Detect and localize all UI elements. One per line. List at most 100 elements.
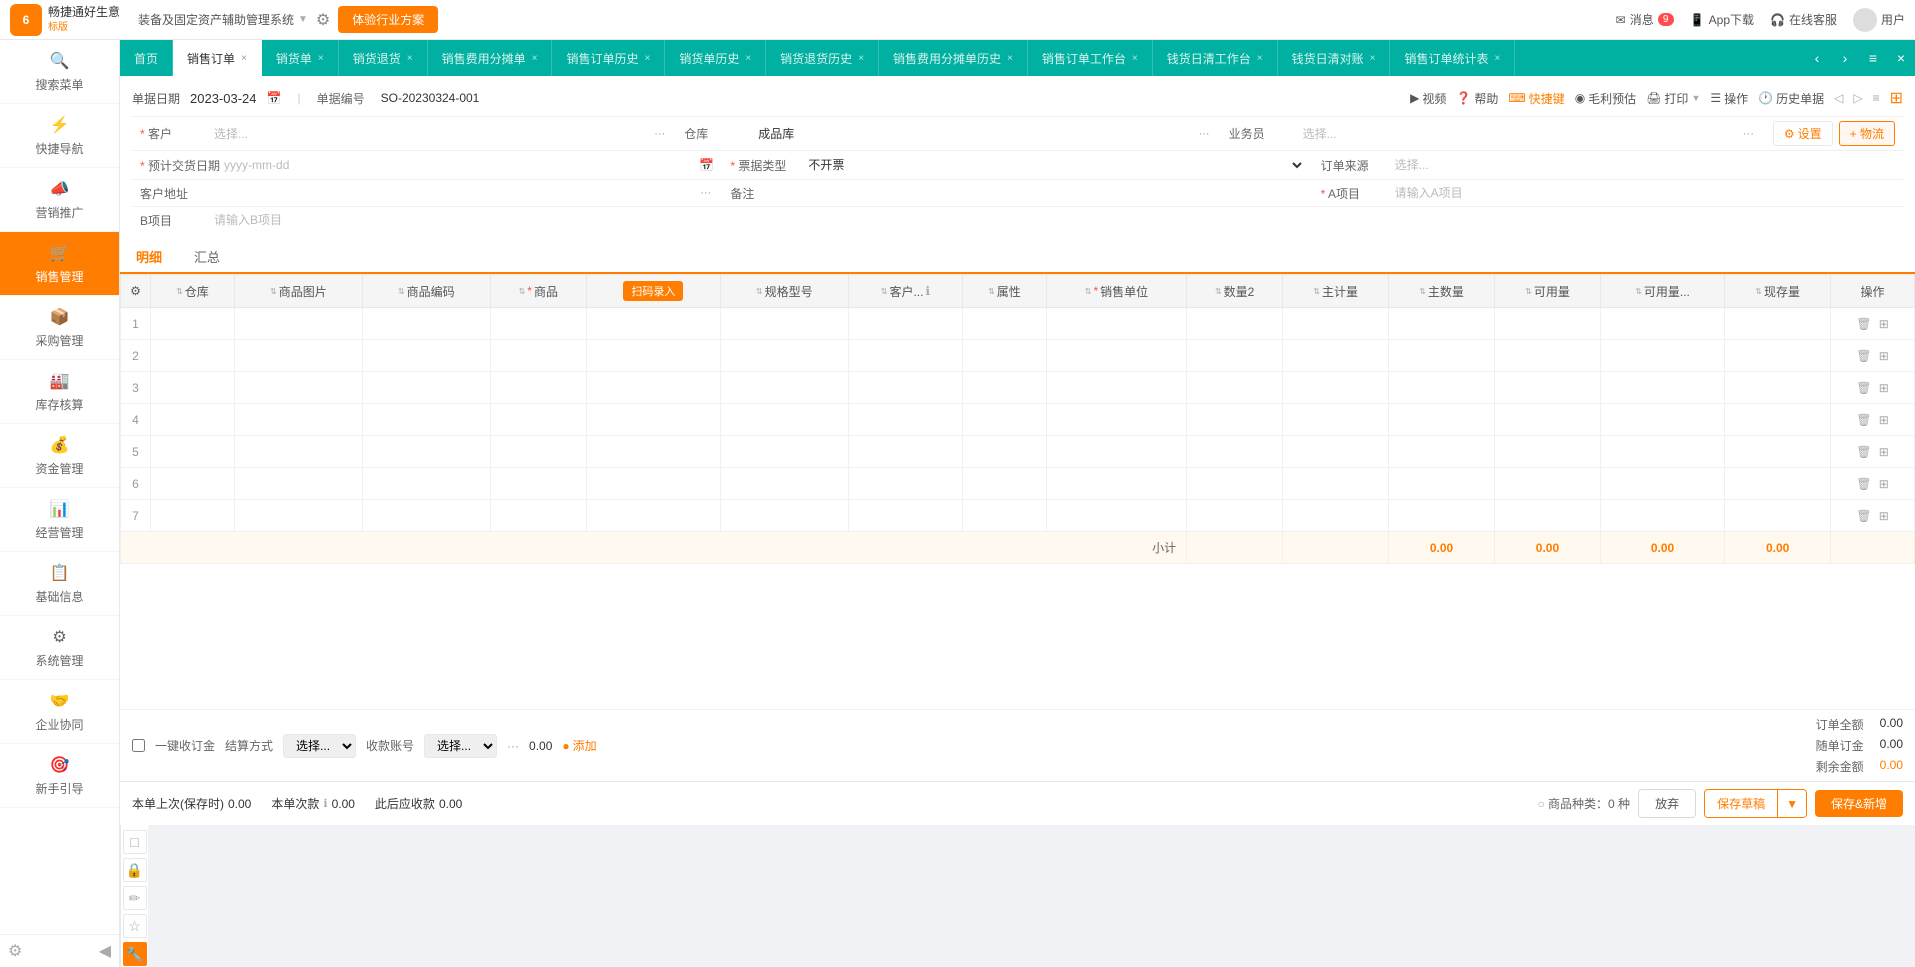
calendar-icon[interactable]: 📅: [267, 91, 282, 105]
nav-next-btn[interactable]: ▷: [1853, 91, 1862, 105]
sidebar-item-sales[interactable]: 🛒 销售管理: [0, 232, 119, 296]
row-spec[interactable]: [720, 308, 848, 340]
address-dots[interactable]: ···: [697, 187, 714, 199]
tab-sales-return[interactable]: 销货单 ×: [262, 40, 339, 76]
row-main-unit[interactable]: [1283, 308, 1389, 340]
settings-field-btn[interactable]: ⚙ 设置: [1773, 121, 1833, 146]
row-code[interactable]: [362, 308, 490, 340]
add-material-btn[interactable]: + 物流: [1839, 121, 1895, 146]
tab-close-refund-history[interactable]: ×: [858, 53, 864, 64]
delete-icon[interactable]: 🗑: [1856, 317, 1871, 331]
history-btn[interactable]: 🕐 历史单据: [1758, 90, 1824, 107]
tab-home[interactable]: 首页: [120, 40, 173, 76]
add-btn[interactable]: ● 添加: [562, 737, 596, 754]
profit-btn[interactable]: ◉ 毛利预估: [1575, 90, 1637, 107]
print-btn[interactable]: 🖨 打印 ▼: [1646, 90, 1700, 107]
shortcut-btn[interactable]: ⌨ 快捷键: [1508, 90, 1564, 107]
tab-order-workbench[interactable]: 销售订单工作台 ×: [1028, 40, 1153, 76]
sidebar-item-system[interactable]: ⚙ 系统管理: [0, 616, 119, 680]
tab-close-return-history[interactable]: ×: [745, 53, 751, 64]
tab-sales-stats[interactable]: 销售订单统计表 ×: [1390, 40, 1515, 76]
operations-btn[interactable]: ☰ 操作: [1710, 90, 1748, 107]
tab-close-sales-return[interactable]: ×: [318, 53, 324, 64]
tab-close-cash-reconcile[interactable]: ×: [1370, 53, 1376, 64]
copy-icon[interactable]: ⊞: [1879, 509, 1889, 523]
copy-icon[interactable]: ⊞: [1879, 477, 1889, 491]
app-download-btn[interactable]: 📱 App下载: [1690, 11, 1754, 28]
delete-icon[interactable]: 🗑: [1856, 445, 1871, 459]
copy-icon[interactable]: ⊞: [1879, 349, 1889, 363]
warehouse-input[interactable]: [754, 125, 1195, 143]
view-btn[interactable]: ▶ 视频: [1410, 90, 1446, 107]
tab-fee-split-history[interactable]: 销售费用分摊单历史 ×: [879, 40, 1028, 76]
copy-icon[interactable]: ⊞: [1879, 445, 1889, 459]
rf-btn-2[interactable]: 🔒: [123, 858, 147, 882]
sidebar-item-guide[interactable]: 🎯 新手引导: [0, 744, 119, 808]
a-project-input[interactable]: [1391, 184, 1895, 202]
tab-close-fee-split[interactable]: ×: [532, 53, 538, 64]
tab-close-order-workbench[interactable]: ×: [1132, 53, 1138, 64]
delete-icon[interactable]: 🗑: [1856, 413, 1871, 427]
copy-icon[interactable]: ⊞: [1879, 317, 1889, 331]
tab-cash-reconcile[interactable]: 钱货日清对账 ×: [1278, 40, 1391, 76]
delivery-input[interactable]: [220, 156, 699, 174]
salesperson-input[interactable]: [1299, 125, 1740, 143]
sidebar-item-operations[interactable]: 📊 经营管理: [0, 488, 119, 552]
online-service-btn[interactable]: 🎧 在线客服: [1770, 11, 1837, 28]
table-wrapper[interactable]: ⚙ ⇅ 仓库 ⇅ 商品图片 ⇅ 商品编码: [120, 274, 1915, 709]
col-gear[interactable]: ⚙: [121, 275, 151, 308]
nav-prev-btn[interactable]: ◁: [1834, 91, 1843, 105]
sidebar-item-basic[interactable]: 📋 基础信息: [0, 552, 119, 616]
salesperson-dots[interactable]: ···: [1740, 128, 1757, 140]
sidebar-item-enterprise[interactable]: 🤝 企业协同: [0, 680, 119, 744]
sidebar-item-marketing[interactable]: 📣 营销推广: [0, 168, 119, 232]
customer-input[interactable]: [210, 125, 651, 143]
row-attribute[interactable]: [963, 308, 1047, 340]
one-click-checkbox[interactable]: [132, 739, 145, 752]
tab-return-history[interactable]: 销货单历史 ×: [665, 40, 766, 76]
rf-btn-3[interactable]: ✏: [123, 886, 147, 910]
tab-close-all-btn[interactable]: ×: [1887, 40, 1915, 76]
tab-next-btn[interactable]: ›: [1831, 40, 1859, 76]
tab-menu-btn[interactable]: ≡: [1859, 40, 1887, 76]
tab-fee-split[interactable]: 销售费用分摊单 ×: [428, 40, 553, 76]
sub-tab-summary[interactable]: 汇总: [178, 241, 236, 272]
row-customer-code[interactable]: [848, 308, 962, 340]
copy-icon[interactable]: ⊞: [1879, 381, 1889, 395]
copy-icon[interactable]: ⊞: [1879, 413, 1889, 427]
rf-btn-5[interactable]: 🔧: [123, 942, 147, 966]
invoice-select[interactable]: 不开票: [800, 155, 1304, 175]
col-scan[interactable]: 扫码录入: [586, 275, 720, 308]
sidebar-item-quick[interactable]: ⚡ 快捷导航: [0, 104, 119, 168]
help-btn[interactable]: ❓ 帮助: [1456, 90, 1498, 107]
delete-icon[interactable]: 🗑: [1856, 349, 1871, 363]
delete-icon[interactable]: 🗑: [1856, 477, 1871, 491]
row-main-qty[interactable]: [1389, 308, 1495, 340]
sidebar-item-purchase[interactable]: 📦 采购管理: [0, 296, 119, 360]
gear-icon[interactable]: ⚙: [316, 10, 330, 30]
warehouse-dots[interactable]: ···: [1196, 128, 1213, 140]
tab-cash-daily[interactable]: 钱货日清工作台 ×: [1153, 40, 1278, 76]
remark-input[interactable]: [800, 184, 1304, 202]
delete-icon[interactable]: 🗑: [1856, 381, 1871, 395]
account-select[interactable]: 选择...: [424, 734, 497, 758]
sidebar-item-inventory[interactable]: 🏭 库存核算: [0, 360, 119, 424]
scan-btn[interactable]: 扫码录入: [623, 281, 683, 301]
row-qty2[interactable]: [1187, 308, 1283, 340]
save-draft-arrow-btn[interactable]: ▼: [1778, 790, 1806, 817]
customer-dots[interactable]: ···: [651, 128, 668, 140]
collapse-icon[interactable]: ◀: [99, 941, 111, 961]
trial-btn[interactable]: 体验行业方案: [338, 6, 438, 33]
tab-close-sales-order[interactable]: ×: [241, 53, 247, 64]
user-menu[interactable]: 用户: [1853, 8, 1905, 32]
row-warehouse[interactable]: [151, 308, 235, 340]
b-project-input[interactable]: [210, 211, 1895, 229]
sidebar-item-search[interactable]: 🔍 搜索菜单: [0, 40, 119, 104]
tab-close-sales-stats[interactable]: ×: [1494, 53, 1500, 64]
address-input[interactable]: [210, 184, 697, 202]
grid-view-btn[interactable]: ⊞: [1890, 88, 1903, 108]
payment-dots[interactable]: ···: [507, 739, 519, 753]
save-draft-btn[interactable]: 保存草稿: [1705, 790, 1778, 817]
system-selector[interactable]: 装备及固定资产辅助管理系统 ▼: [138, 11, 308, 28]
rf-btn-1[interactable]: □: [123, 830, 147, 854]
